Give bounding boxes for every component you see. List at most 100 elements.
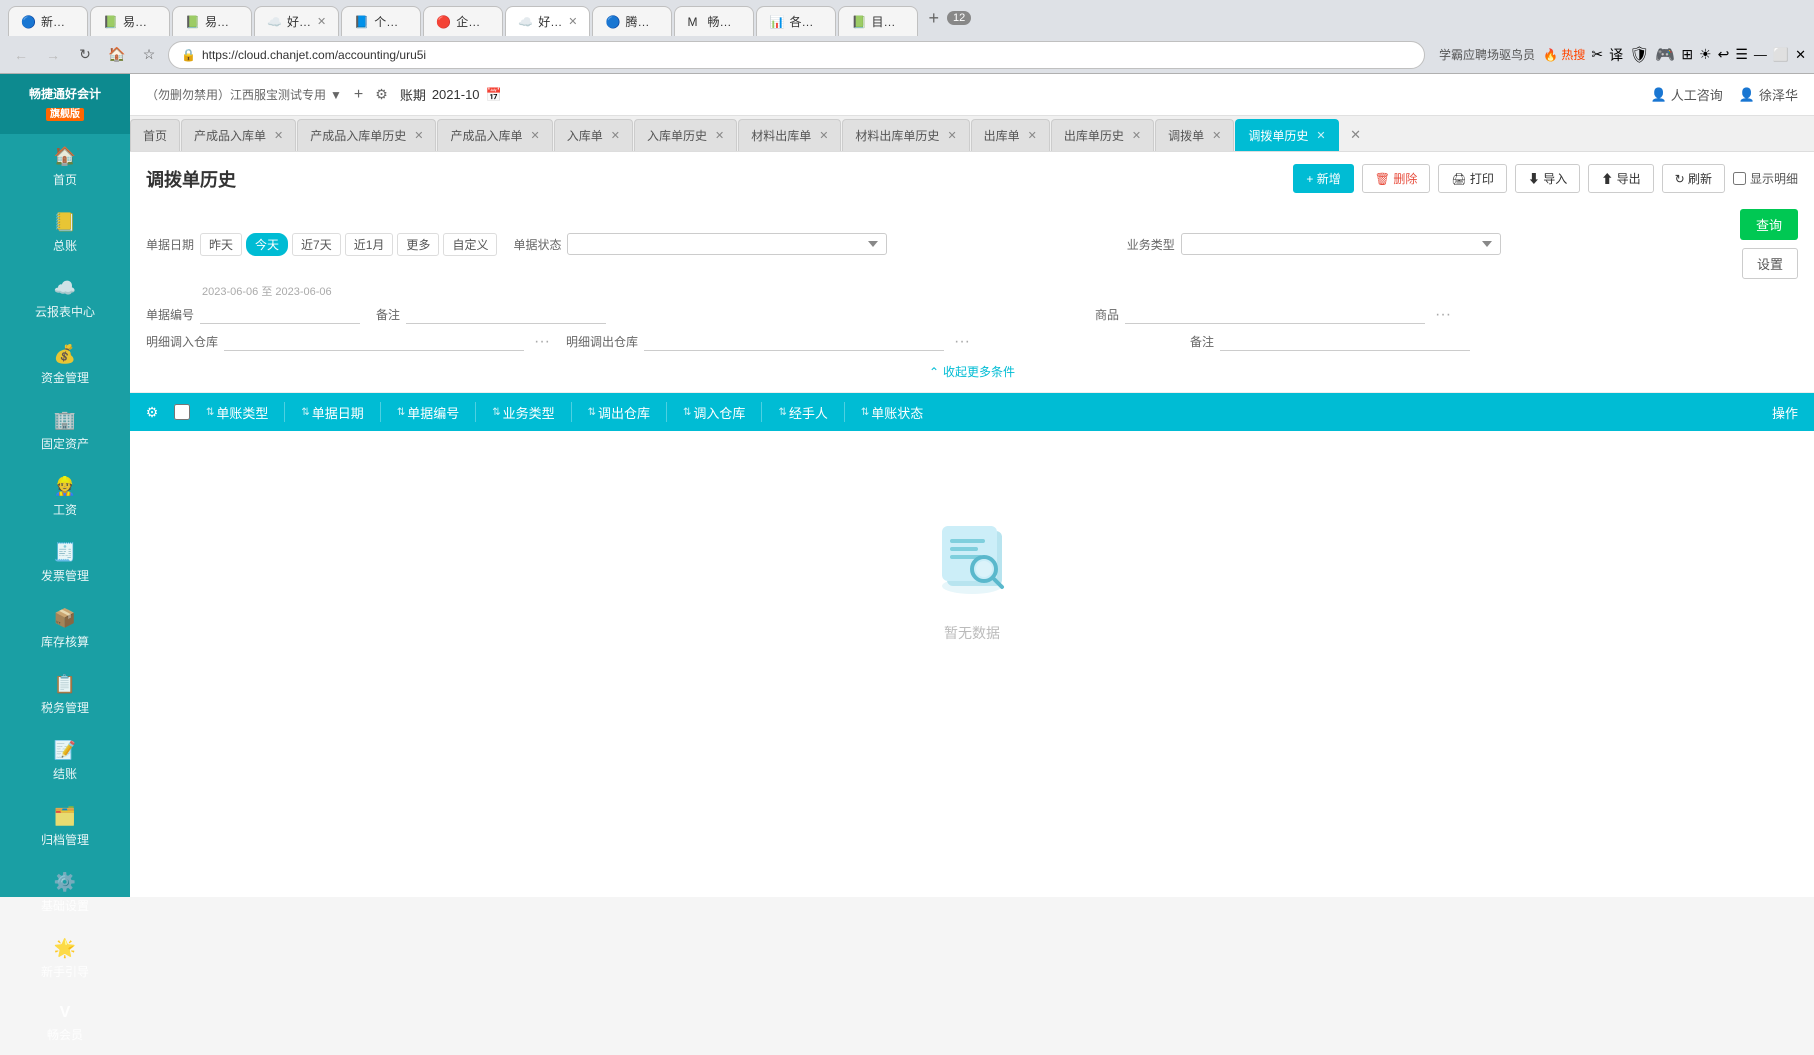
bookmark-button[interactable]: ☆: [136, 42, 162, 68]
sidebar-item-guide[interactable]: 🌟 新手引导: [0, 926, 130, 992]
export-btn[interactable]: ⬆ 导出: [1588, 164, 1653, 193]
sidebar-item-member[interactable]: V 畅会员: [0, 992, 130, 1055]
col-header-doc-type[interactable]: ⇅ 单账类型: [198, 393, 276, 431]
tab-close-4[interactable]: ✕: [317, 15, 326, 28]
tab-product-in2[interactable]: 产成品入库单 ✕: [437, 119, 552, 151]
maximize-btn[interactable]: ⬜: [1773, 47, 1789, 63]
forward-button[interactable]: →: [40, 42, 66, 68]
collapse-btn[interactable]: ⌃ 收起更多条件: [146, 359, 1798, 384]
sidebar-item-cloud-report[interactable]: ☁️ 云报表中心: [0, 266, 130, 332]
new-tab-btn[interactable]: +: [920, 8, 947, 29]
tab-outbound[interactable]: 出库单 ✕: [971, 119, 1050, 151]
tab-close-product-in2[interactable]: ✕: [531, 129, 540, 142]
tab-close-material-out-hist[interactable]: ✕: [947, 129, 956, 142]
query-button[interactable]: 查询: [1740, 209, 1798, 240]
sidebar-item-invoice[interactable]: 🧾 发票管理: [0, 530, 130, 596]
goods-input[interactable]: [1125, 305, 1425, 324]
date-btn-1month[interactable]: 近1月: [345, 233, 394, 256]
detail-in-more-btn[interactable]: ···: [534, 333, 550, 351]
consult-label[interactable]: 👤 人工咨询: [1651, 85, 1723, 104]
refresh-btn[interactable]: ↻ 刷新: [1662, 164, 1725, 193]
company-selector[interactable]: （勿删勿禁用）江西服宝测试专用 ▼: [146, 86, 342, 103]
home-button[interactable]: 🏠: [104, 42, 130, 68]
tab-transfer-hist[interactable]: 调拨单历史 ✕: [1235, 119, 1338, 151]
tab-product-in-hist[interactable]: 产成品入库单历史 ✕: [297, 119, 436, 151]
date-btn-more[interactable]: 更多: [397, 233, 439, 256]
date-btn-today[interactable]: 今天: [246, 233, 288, 256]
sidebar-item-payroll[interactable]: 👷 工资: [0, 464, 130, 530]
display-checkbox[interactable]: [1733, 172, 1746, 185]
browser-tab-7[interactable]: ☁️ 好… ✕: [505, 6, 590, 36]
tab-close-transfer-hist[interactable]: ✕: [1316, 129, 1325, 142]
tab-material-out-hist[interactable]: 材料出库单历史 ✕: [842, 119, 969, 151]
col-header-doc-date[interactable]: ⇅ 单据日期: [293, 393, 371, 431]
date-btn-7days[interactable]: 近7天: [292, 233, 341, 256]
tab-outbound-hist[interactable]: 出库单历史 ✕: [1051, 119, 1154, 151]
tab-close-outbound-hist[interactable]: ✕: [1132, 129, 1141, 142]
select-all-checkbox[interactable]: [174, 404, 190, 420]
col-header-out-wh[interactable]: ⇅ 调出仓库: [580, 393, 658, 431]
close-btn[interactable]: ✕: [1795, 47, 1806, 63]
col-header-biz-type[interactable]: ⇅ 业务类型: [484, 393, 562, 431]
tab-transfer[interactable]: 调拨单 ✕: [1155, 119, 1234, 151]
tab-close-product-in-hist[interactable]: ✕: [414, 129, 423, 142]
goods-more-btn[interactable]: ···: [1435, 306, 1451, 324]
sidebar-item-home[interactable]: 🏠 首页: [0, 134, 130, 200]
detail-in-input[interactable]: [224, 332, 524, 351]
col-header-doc-status[interactable]: ⇅ 单账状态: [853, 393, 931, 431]
delete-btn[interactable]: 🗑 删除: [1362, 164, 1431, 193]
col-header-in-wh[interactable]: ⇅ 调入仓库: [675, 393, 753, 431]
col-header-handler[interactable]: ⇅ 经手人: [770, 393, 835, 431]
sidebar-item-settings[interactable]: ⚙️ 基础设置: [0, 860, 130, 926]
tab-close-inbound[interactable]: ✕: [611, 129, 620, 142]
browser-tab-10[interactable]: 📊 各…: [756, 6, 836, 36]
tab-close-material-out[interactable]: ✕: [819, 129, 828, 142]
tab-inbound[interactable]: 入库单 ✕: [554, 119, 633, 151]
detail-note-input[interactable]: [1220, 332, 1470, 351]
tab-close-transfer[interactable]: ✕: [1212, 129, 1221, 142]
sidebar-item-ledger[interactable]: 📒 总账: [0, 200, 130, 266]
back-button[interactable]: ←: [8, 42, 34, 68]
print-btn[interactable]: 🖨 打印: [1438, 164, 1507, 193]
close-all-tabs[interactable]: ✕: [1344, 119, 1368, 151]
table-settings-icon[interactable]: ⚙: [138, 398, 166, 426]
calendar-icon[interactable]: 📅: [486, 87, 502, 103]
sidebar-item-fixed-assets[interactable]: 🏢 固定资产: [0, 398, 130, 464]
biz-type-select[interactable]: [1181, 233, 1501, 255]
display-toggle[interactable]: 显示明细: [1733, 170, 1798, 187]
date-btn-yesterday[interactable]: 昨天: [200, 233, 242, 256]
gear-icon[interactable]: ⚙: [375, 86, 388, 103]
refresh-button[interactable]: ↻: [72, 42, 98, 68]
sidebar-item-closing[interactable]: 📝 结账: [0, 728, 130, 794]
doc-no-input[interactable]: [200, 305, 360, 324]
address-bar[interactable]: 🔒 https://cloud.chanjet.com/accounting/u…: [168, 41, 1425, 69]
date-btn-custom[interactable]: 自定义: [443, 233, 497, 256]
browser-tab-9[interactable]: M 畅…: [674, 6, 754, 36]
browser-tab-3[interactable]: 📗 易…: [172, 6, 252, 36]
settings-button[interactable]: 设置: [1742, 248, 1798, 279]
tab-close-outbound[interactable]: ✕: [1028, 129, 1037, 142]
minimize-btn[interactable]: —: [1754, 47, 1767, 62]
tab-material-out[interactable]: 材料出库单 ✕: [738, 119, 841, 151]
tab-close-product-in[interactable]: ✕: [274, 129, 283, 142]
browser-tab-2[interactable]: 📗 易…: [90, 6, 170, 36]
sidebar-item-finance[interactable]: 💰 资金管理: [0, 332, 130, 398]
tab-close-inbound-hist[interactable]: ✕: [715, 129, 724, 142]
browser-tab-11[interactable]: 📗 目…: [838, 6, 918, 36]
new-btn[interactable]: + 新增: [1293, 164, 1353, 193]
sidebar-item-inventory[interactable]: 📦 库存核算: [0, 596, 130, 662]
import-btn[interactable]: ⬇ 导入: [1515, 164, 1580, 193]
browser-tab-1[interactable]: 🔵 新…: [8, 6, 88, 36]
menu-icon[interactable]: ☰: [1735, 46, 1748, 63]
sidebar-item-tax[interactable]: 📋 税务管理: [0, 662, 130, 728]
col-header-doc-no[interactable]: ⇅ 单据编号: [389, 393, 467, 431]
detail-out-more-btn[interactable]: ···: [954, 333, 970, 351]
browser-tab-5[interactable]: 📘 个…: [341, 6, 421, 36]
user-label[interactable]: 👤 徐泽华: [1739, 85, 1798, 104]
browser-tab-6[interactable]: 🔴 企…: [423, 6, 503, 36]
detail-out-input[interactable]: [644, 332, 944, 351]
browser-tab-8[interactable]: 🔵 腾…: [592, 6, 672, 36]
add-company-btn[interactable]: +: [354, 86, 363, 104]
tab-product-in[interactable]: 产成品入库单 ✕: [181, 119, 296, 151]
sidebar-item-archive[interactable]: 🗂️ 归档管理: [0, 794, 130, 860]
